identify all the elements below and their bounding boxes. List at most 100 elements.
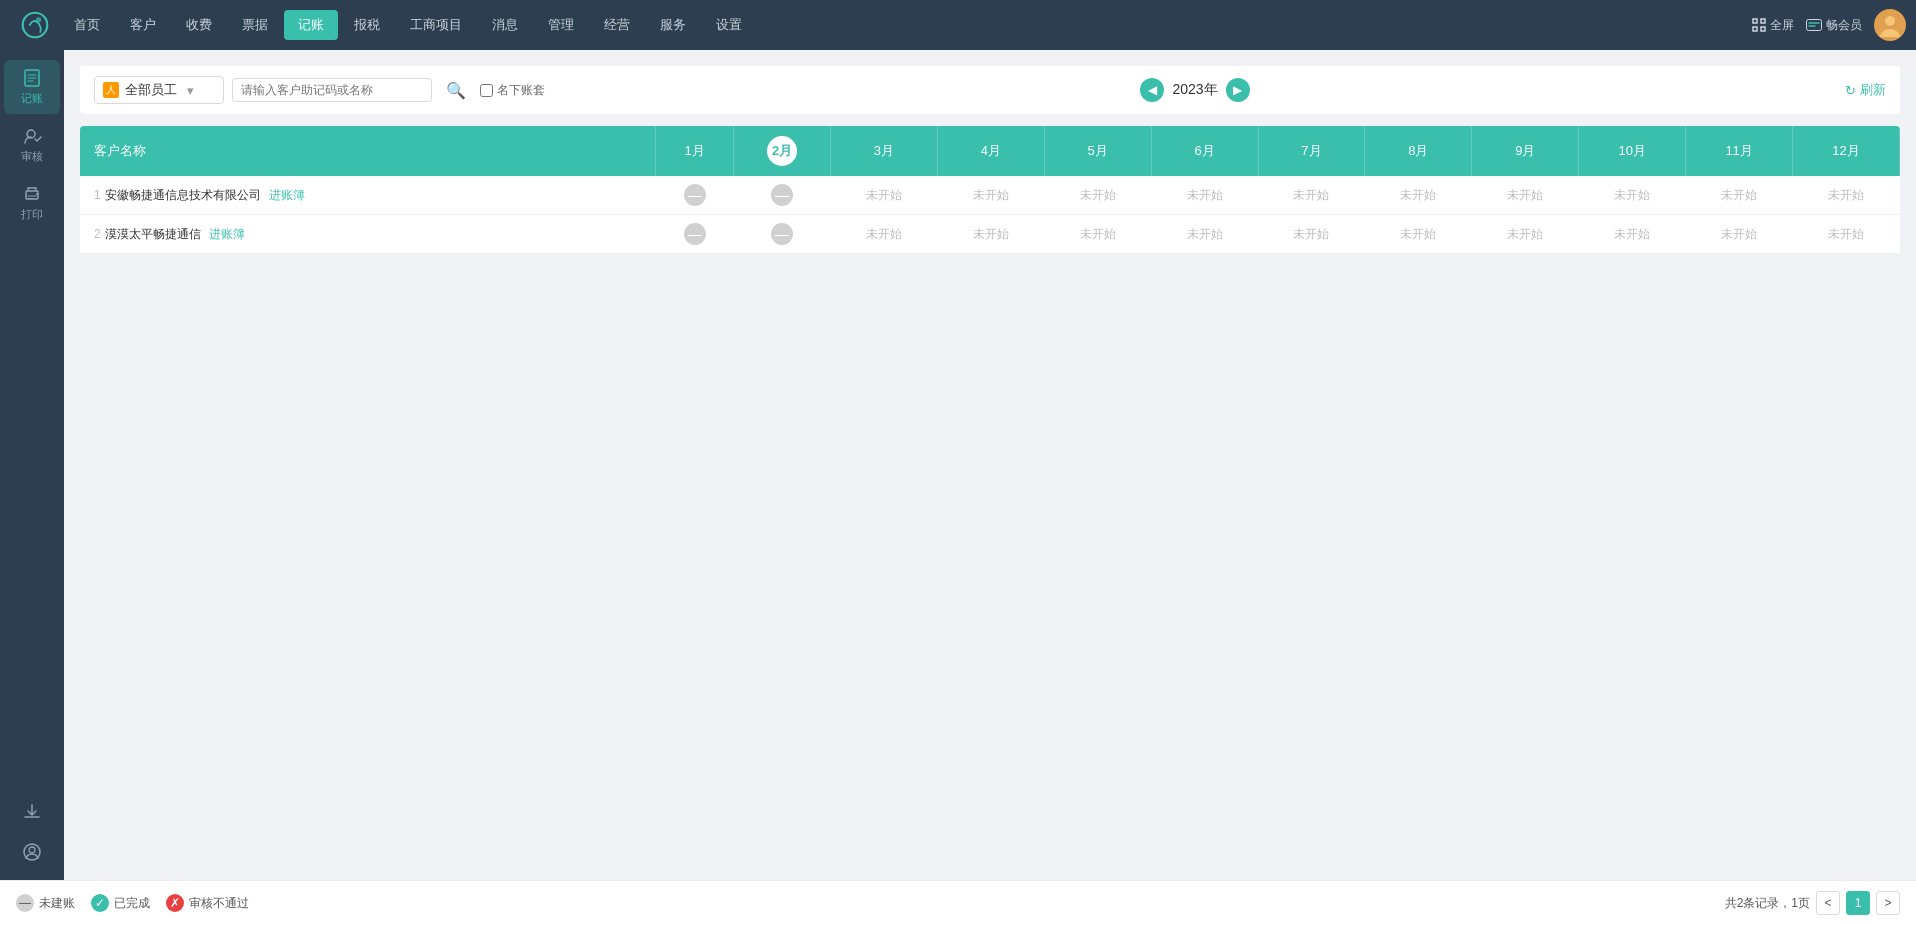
my-accounts-checkbox[interactable]: 名下账套 — [480, 82, 545, 99]
top-nav: 首页 客户 收费 票据 记账 报税 工商项目 消息 管理 经营 服务 设置 全屏… — [0, 0, 1916, 50]
nav-message[interactable]: 消息 — [478, 10, 532, 40]
nav-invoice[interactable]: 票据 — [228, 10, 282, 40]
not-started-text: 未开始 — [1507, 188, 1543, 202]
not-started-text: 未开始 — [1080, 188, 1116, 202]
not-started-text: 未开始 — [973, 188, 1009, 202]
not-started-text: 未开始 — [1400, 227, 1436, 241]
nav-accounting[interactable]: 记账 — [284, 10, 338, 40]
year-nav: ◀ 2023年 ▶ — [1140, 78, 1249, 102]
sidebar-item-user[interactable] — [4, 834, 60, 870]
col-jun: 6月 — [1151, 126, 1258, 176]
legend-label-gray: 未建账 — [39, 895, 75, 912]
month-cell: 未开始 — [1365, 215, 1472, 254]
nav-service[interactable]: 服务 — [646, 10, 700, 40]
not-started-text: 未开始 — [1828, 227, 1864, 241]
refresh-label: 刷新 — [1860, 81, 1886, 99]
booking-table: 客户名称 1月 2月 3月 4月 5月 6月 7月 8月 9月 10月 11月 — [80, 126, 1900, 254]
month-cell: 未开始 — [937, 215, 1044, 254]
nav-billing[interactable]: 收费 — [172, 10, 226, 40]
nav-manage[interactable]: 管理 — [534, 10, 588, 40]
svg-rect-2 — [1753, 19, 1757, 23]
month-cell: 未开始 — [1044, 215, 1151, 254]
col-nov: 11月 — [1686, 126, 1793, 176]
month-cell: 未开始 — [1472, 176, 1579, 215]
month-cell: 未开始 — [830, 215, 937, 254]
month-cell: 未开始 — [830, 176, 937, 215]
not-started-text: 未开始 — [866, 227, 902, 241]
month-cell: 未开始 — [1365, 176, 1472, 215]
month-cell: 未开始 — [1686, 176, 1793, 215]
not-started-text: 未开始 — [1507, 227, 1543, 241]
my-accounts-check[interactable] — [480, 84, 493, 97]
nav-tax[interactable]: 报税 — [340, 10, 394, 40]
table-container: 客户名称 1月 2月 3月 4月 5月 6月 7月 8月 9月 10月 11月 — [80, 126, 1900, 254]
not-started-text: 未开始 — [1614, 227, 1650, 241]
nav-customer[interactable]: 客户 — [116, 10, 170, 40]
month-cell: 未开始 — [1579, 176, 1686, 215]
month-cell: 未开始 — [1258, 215, 1365, 254]
refresh-icon: ↻ — [1845, 83, 1856, 98]
next-page-btn[interactable]: > — [1876, 891, 1900, 915]
not-started-text: 未开始 — [1187, 227, 1223, 241]
col-may: 5月 — [1044, 126, 1151, 176]
summary-text: 共2条记录，1页 — [1725, 895, 1810, 912]
refresh-button[interactable]: ↻ 刷新 — [1845, 81, 1886, 99]
sidebar-item-download[interactable] — [4, 794, 60, 830]
enter-link[interactable]: 进账簿 — [209, 227, 245, 241]
member-label: 畅会员 — [1826, 17, 1862, 34]
sidebar-item-accounting[interactable]: 记账 — [4, 60, 60, 114]
col-dec: 12月 — [1793, 126, 1900, 176]
col-jan: 1月 — [656, 126, 734, 176]
employee-label: 全部员工 — [125, 81, 177, 99]
fullscreen-label: 全屏 — [1770, 17, 1794, 34]
legend-dot-gray: — — [16, 894, 34, 912]
footer: — 未建账 ✓ 已完成 ✗ 审核不通过 共2条记录，1页 < 1 > — [0, 880, 1916, 925]
member-btn[interactable]: 畅会员 — [1806, 17, 1862, 34]
sidebar: 记账 审核 打印 — [0, 50, 64, 880]
search-input[interactable] — [232, 78, 432, 102]
col-mar: 3月 — [830, 126, 937, 176]
employee-select[interactable]: 人 全部员工 ▾ — [94, 76, 224, 104]
svg-rect-11 — [26, 191, 38, 199]
employee-icon: 人 — [103, 82, 119, 98]
page-1-btn[interactable]: 1 — [1846, 891, 1870, 915]
not-started-text: 未开始 — [1400, 188, 1436, 202]
status-dash-icon: — — [771, 223, 793, 245]
table-row: 1安徽畅捷通信息技术有限公司进账簿——未开始未开始未开始未开始未开始未开始未开始… — [80, 176, 1900, 215]
client-cell: 1安徽畅捷通信息技术有限公司进账簿 — [80, 176, 656, 215]
not-started-text: 未开始 — [1614, 188, 1650, 202]
svg-point-1 — [36, 17, 41, 22]
svg-point-0 — [23, 13, 48, 38]
sidebar-accounting-label: 记账 — [21, 91, 43, 106]
search-button[interactable]: 🔍 — [440, 79, 472, 102]
client-name: 安徽畅捷通信息技术有限公司 — [105, 188, 261, 202]
next-year-btn[interactable]: ▶ — [1226, 78, 1250, 102]
sidebar-item-print[interactable]: 打印 — [4, 176, 60, 230]
nav-operation[interactable]: 经营 — [590, 10, 644, 40]
prev-page-btn[interactable]: < — [1816, 891, 1840, 915]
legend-dot-red: ✗ — [166, 894, 184, 912]
fullscreen-btn[interactable]: 全屏 — [1752, 17, 1794, 34]
not-started-text: 未开始 — [1828, 188, 1864, 202]
legend-label-red: 审核不通过 — [189, 895, 249, 912]
nav-home[interactable]: 首页 — [60, 10, 114, 40]
nav-business[interactable]: 工商项目 — [396, 10, 476, 40]
sidebar-item-audit[interactable]: 审核 — [4, 118, 60, 172]
avatar[interactable] — [1874, 9, 1906, 41]
not-started-text: 未开始 — [1187, 188, 1223, 202]
dropdown-icon: ▾ — [187, 83, 194, 98]
app-logo — [10, 11, 60, 39]
month-cell: 未开始 — [1151, 176, 1258, 215]
svg-point-14 — [29, 847, 35, 853]
col-jul: 7月 — [1258, 126, 1365, 176]
nav-settings[interactable]: 设置 — [702, 10, 756, 40]
not-started-text: 未开始 — [973, 227, 1009, 241]
main-layout: 记账 审核 打印 — [0, 50, 1916, 880]
enter-link[interactable]: 进账簿 — [269, 188, 305, 202]
year-display: 2023年 — [1172, 81, 1217, 99]
prev-year-btn[interactable]: ◀ — [1140, 78, 1164, 102]
row-index: 2 — [94, 227, 101, 241]
svg-rect-5 — [1761, 27, 1765, 31]
month-cell: — — [656, 215, 734, 254]
col-apr: 4月 — [937, 126, 1044, 176]
